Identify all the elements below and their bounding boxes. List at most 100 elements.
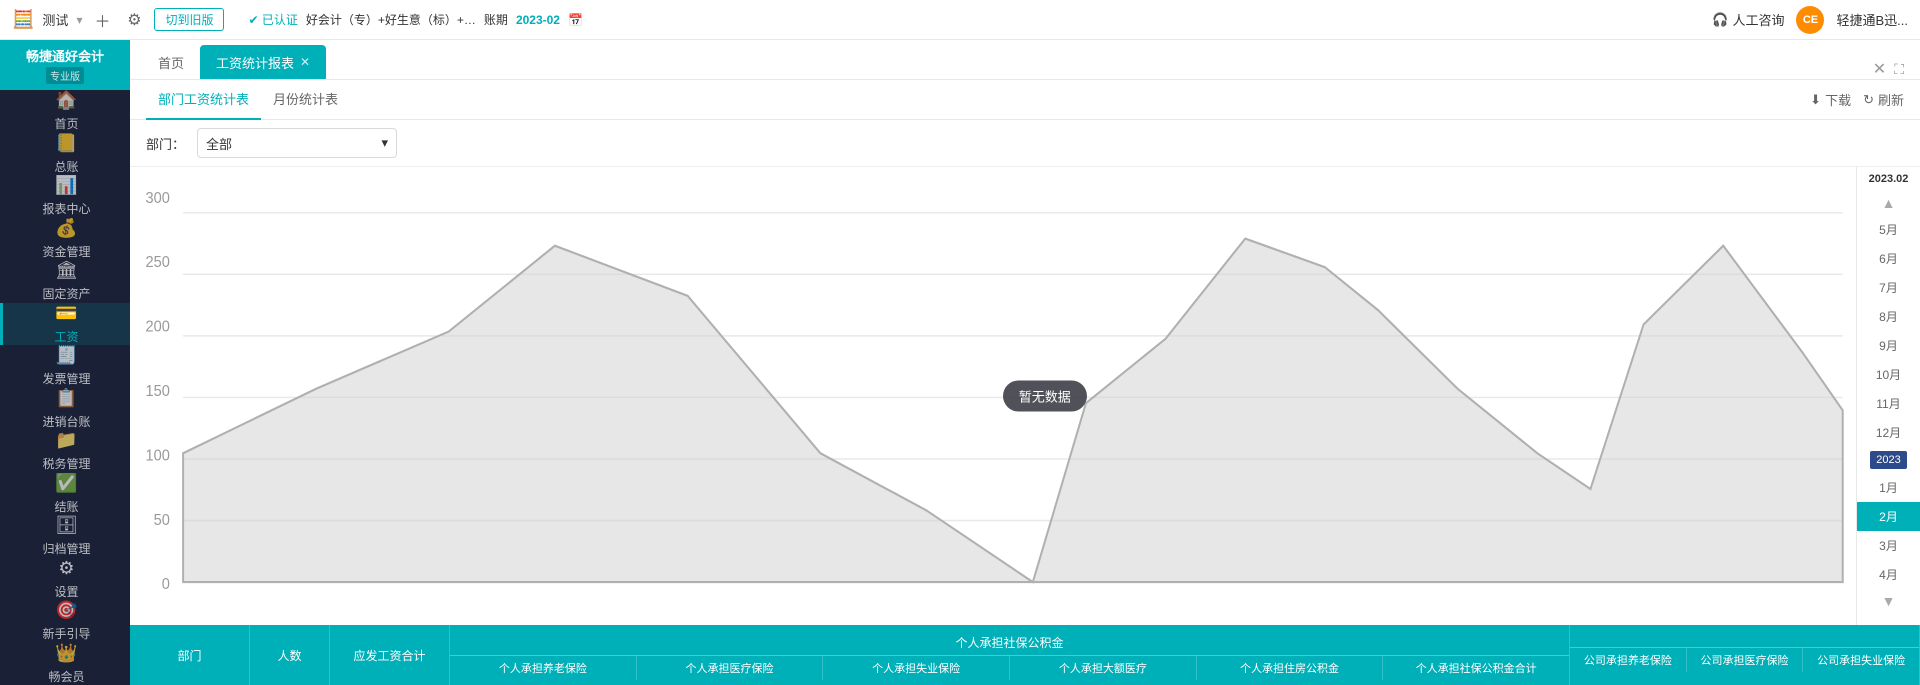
page-content: 部门工资统计表 月份统计表 ⬇ 下载 ↻ 刷新 [130,80,1920,685]
salary-icon: 💳 [55,303,77,324]
inner-tab-monthly[interactable]: 月份统计表 [261,80,350,120]
certified-badge: ✔ 已认证 [248,11,297,28]
sidebar-item-ledger[interactable]: 📒 总账 [0,133,130,176]
col-personal-housing-fund: 个人承担住房公积金 [1197,656,1384,680]
month-9[interactable]: 9月 [1857,331,1920,360]
member-icon: 👑 [55,643,77,664]
refresh-label: 刷新 [1878,90,1904,109]
sidebar-item-report[interactable]: 📊 报表中心 [0,175,130,218]
download-icon: ⬇ [1810,92,1821,108]
col-group-personal-subs: 个人承担养老保险 个人承担医疗保险 个人承担失业保险 个人承担大额医疗 个人承担… [450,656,1569,680]
svg-text:150: 150 [145,383,169,401]
sidebar-label-close-accounts: 结账 [54,498,78,515]
sidebar-item-archive[interactable]: 🗄 归档管理 [0,515,130,558]
month-11[interactable]: 11月 [1857,389,1920,418]
sidebar-item-tax[interactable]: 📁 税务管理 [0,430,130,473]
toolbar-right: ⬇ 下载 ↻ 刷新 [1810,90,1904,109]
sidebar-logo: 畅捷通好会计 专业版 [0,40,130,90]
tab-home[interactable]: 首页 [142,45,200,79]
sidebar-item-member[interactable]: 👑 畅会员 [0,643,130,685]
header-right: 🎧 人工咨询 CE 轻捷通B迅... [1712,6,1908,34]
tab-home-label: 首页 [158,53,184,72]
svg-text:50: 50 [154,511,170,529]
inner-tab-monthly-label: 月份统计表 [273,89,338,108]
date-down-arrow[interactable]: ▼ [1878,589,1900,613]
app-logo-icon: 🧮 [12,9,34,30]
col-count: 人数 [250,625,330,685]
report-icon: 📊 [55,175,77,196]
asset-icon: 🏛 [55,260,78,281]
month-7[interactable]: 7月 [1857,273,1920,302]
sidebar-label-settings: 设置 [54,583,78,600]
calendar-icon[interactable]: 📅 [568,13,583,27]
main-container: 畅捷通好会计 专业版 🏠 首页 📒 总账 📊 报表中心 💰 资金管理 🏛 固定资… [0,40,1920,685]
month-5[interactable]: 5月 [1857,215,1920,244]
sales-icon: 📋 [55,388,77,409]
ledger-icon: 📒 [55,133,77,154]
sidebar-item-invoice[interactable]: 🧾 发票管理 [0,345,130,388]
month-2-active[interactable]: 2月 [1857,502,1920,531]
col-count-label: 人数 [277,647,301,664]
sidebar-item-guide[interactable]: 🎯 新手引导 [0,600,130,643]
top-header: 🧮 测试 ▾ ＋ ⚙ 切到旧版 ✔ 已认证 好会计（专）+好生意（标）+… 账期… [0,0,1920,40]
sidebar-item-home[interactable]: 🏠 首页 [0,90,130,133]
user-name: 轻捷通B迅... [1836,10,1908,29]
sidebar-label-report: 报表中心 [42,200,90,217]
sidebar-item-fund[interactable]: 💰 资金管理 [0,218,130,261]
col-group-personal-title: 个人承担社保公积金 [450,630,1569,656]
add-icon[interactable]: ＋ [90,8,114,32]
inner-tab-dept[interactable]: 部门工资统计表 [146,80,261,120]
sidebar-label-salary: 工资 [54,328,78,345]
sidebar-item-asset[interactable]: 🏛 固定资产 [0,260,130,303]
col-personal-pension: 个人承担养老保险 [450,656,637,680]
sidebar-label-invoice: 发票管理 [42,370,90,387]
sidebar-label-ledger: 总账 [54,158,78,175]
sidebar-label-asset: 固定资产 [42,285,90,302]
sidebar-label-archive: 归档管理 [42,540,90,557]
tab-salary-report[interactable]: 工资统计报表 ✕ [200,45,326,79]
accounting-type: 好会计（专）+好生意（标）+… [306,11,476,28]
tab-bar: 首页 工资统计报表 ✕ ✕ ⛶ [130,40,1920,80]
company-dropdown-icon[interactable]: ▾ [76,13,82,27]
sidebar-item-sales[interactable]: 📋 进销台账 [0,388,130,431]
col-group-company: 公司承担养老保险 公司承担医疗保险 公司承担失业保险 [1570,625,1920,685]
inner-tab-dept-label: 部门工资统计表 [158,89,249,108]
month-4[interactable]: 4月 [1857,560,1920,589]
content-area: 首页 工资统计报表 ✕ ✕ ⛶ 部门工资统计表 月份统计表 [130,40,1920,685]
sidebar: 畅捷通好会计 专业版 🏠 首页 📒 总账 📊 报表中心 💰 资金管理 🏛 固定资… [0,40,130,685]
tax-icon: 📁 [55,430,77,451]
tab-close-window-icon[interactable]: ✕ [1873,59,1886,79]
switch-version-button[interactable]: 切到旧版 [154,8,224,31]
salary-chart: 0 50 100 150 200 250 300 [130,167,1856,625]
filter-row: 部门： 全部 ▾ [130,120,1920,167]
sidebar-item-settings[interactable]: ⚙ 设置 [0,558,130,601]
month-3[interactable]: 3月 [1857,531,1920,560]
sidebar-label-guide: 新手引导 [42,625,90,642]
dept-select-value: 全部 [206,134,232,153]
consult-button[interactable]: 🎧 人工咨询 [1712,10,1784,29]
date-up-arrow[interactable]: ▲ [1878,191,1900,215]
sidebar-item-close-accounts[interactable]: ✅ 结账 [0,473,130,516]
col-group-company-subs: 公司承担养老保险 公司承担医疗保险 公司承担失业保险 [1570,648,1919,672]
svg-text:200: 200 [145,318,169,336]
month-6[interactable]: 6月 [1857,244,1920,273]
download-button[interactable]: ⬇ 下载 [1810,90,1851,109]
settings-icon[interactable]: ⚙ [122,8,146,32]
settings-sidebar-icon: ⚙ [58,558,74,579]
header-status: ✔ 已认证 好会计（专）+好生意（标）+… 账期 2023-02 📅 [248,11,582,28]
tab-maximize-icon[interactable]: ⛶ [1894,61,1904,78]
archive-icon: 🗄 [55,515,78,536]
month-10[interactable]: 10月 [1857,360,1920,389]
dept-select[interactable]: 全部 ▾ [197,128,397,158]
month-12[interactable]: 12月 [1857,418,1920,447]
header-icons: ＋ ⚙ [90,8,146,32]
download-label: 下载 [1825,90,1851,109]
month-8[interactable]: 8月 [1857,302,1920,331]
date-label-value: 2023.02 [1869,173,1909,185]
refresh-button[interactable]: ↻ 刷新 [1863,90,1904,109]
refresh-icon: ↻ [1863,92,1874,108]
tab-close-icon[interactable]: ✕ [300,55,310,69]
col-group-company-title [1570,639,1919,648]
month-1[interactable]: 1月 [1857,473,1920,502]
sidebar-item-salary[interactable]: 💳 工资 [0,303,130,346]
